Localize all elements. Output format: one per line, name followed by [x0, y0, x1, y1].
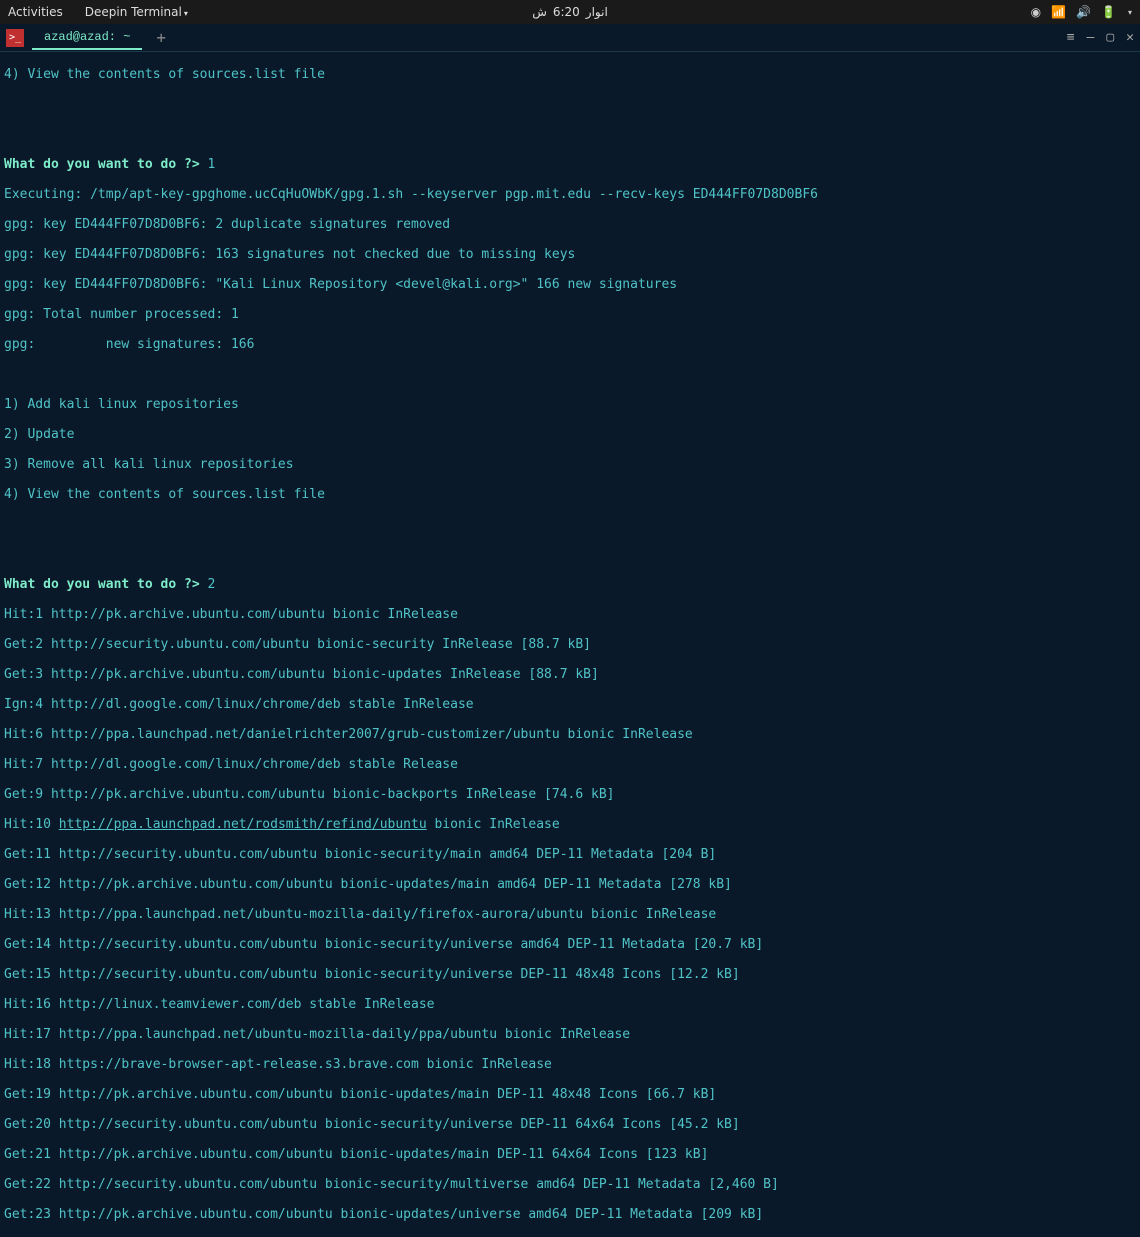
terminal-tabbar: >_ azad@azad: ~ + ≡ — ▢ ✕ — [0, 24, 1140, 52]
output-line: Get:19 http://pk.archive.ubuntu.com/ubun… — [4, 1087, 1136, 1102]
output-line: Hit:7 http://dl.google.com/linux/chrome/… — [4, 757, 1136, 772]
output-line: Hit:17 http://ppa.launchpad.net/ubuntu-m… — [4, 1027, 1136, 1042]
output-line: Hit:16 http://linux.teamviewer.com/deb s… — [4, 997, 1136, 1012]
output-line — [4, 367, 1136, 382]
output-line: gpg: new signatures: 166 — [4, 337, 1136, 352]
close-button[interactable]: ✕ — [1126, 30, 1134, 45]
settings-tray-icon[interactable]: ◉ — [1031, 5, 1041, 19]
output-line: Executing: /tmp/apt-key-gpghome.ucCqHuOW… — [4, 187, 1136, 202]
system-menu-arrow[interactable]: ▾ — [1128, 8, 1132, 17]
output-line: Ign:4 http://dl.google.com/linux/chrome/… — [4, 697, 1136, 712]
output-line: gpg: key ED444FF07D8D0BF6: "Kali Linux R… — [4, 277, 1136, 292]
network-icon[interactable]: 📶 — [1051, 5, 1066, 19]
output-line: Get:21 http://pk.archive.ubuntu.com/ubun… — [4, 1147, 1136, 1162]
output-line — [4, 547, 1136, 562]
output-line: gpg: key ED444FF07D8D0BF6: 2 duplicate s… — [4, 217, 1136, 232]
output-line: Hit:18 https://brave-browser-apt-release… — [4, 1057, 1136, 1072]
output-line: 4) View the contents of sources.list fil… — [4, 67, 1136, 82]
url-link[interactable]: http://ppa.launchpad.net/rodsmith/refind… — [59, 817, 427, 832]
output-line: 3) Remove all kali linux repositories — [4, 457, 1136, 472]
hamburger-menu-icon[interactable]: ≡ — [1067, 30, 1075, 45]
app-menu[interactable]: Deepin Terminal▾ — [85, 5, 188, 19]
output-line: Get:20 http://security.ubuntu.com/ubuntu… — [4, 1117, 1136, 1132]
terminal-output[interactable]: 4) View the contents of sources.list fil… — [0, 52, 1140, 1237]
output-line: Get:12 http://pk.archive.ubuntu.com/ubun… — [4, 877, 1136, 892]
output-line: Hit:13 http://ppa.launchpad.net/ubuntu-m… — [4, 907, 1136, 922]
prompt-line: What do you want to do ?> 2 — [4, 577, 1136, 592]
terminal-tab-active[interactable]: azad@azad: ~ — [32, 26, 142, 50]
output-line: Get:11 http://security.ubuntu.com/ubuntu… — [4, 847, 1136, 862]
output-line: Get:2 http://security.ubuntu.com/ubuntu … — [4, 637, 1136, 652]
output-line: Get:3 http://pk.archive.ubuntu.com/ubunt… — [4, 667, 1136, 682]
output-line — [4, 127, 1136, 142]
new-tab-button[interactable]: + — [150, 28, 172, 47]
output-line: gpg: key ED444FF07D8D0BF6: 163 signature… — [4, 247, 1136, 262]
prompt-line: What do you want to do ?> 1 — [4, 157, 1136, 172]
volume-icon[interactable]: 🔊 — [1076, 5, 1091, 19]
output-line: Get:23 http://pk.archive.ubuntu.com/ubun… — [4, 1207, 1136, 1222]
output-line: Get:22 http://security.ubuntu.com/ubuntu… — [4, 1177, 1136, 1192]
minimize-button[interactable]: — — [1087, 30, 1095, 45]
gnome-topbar: Activities Deepin Terminal▾ ش 6:20 انوار… — [0, 0, 1140, 24]
output-line — [4, 517, 1136, 532]
output-line: gpg: Total number processed: 1 — [4, 307, 1136, 322]
terminal-app-icon: >_ — [6, 29, 24, 47]
output-line: Hit:6 http://ppa.launchpad.net/danielric… — [4, 727, 1136, 742]
output-line: 2) Update — [4, 427, 1136, 442]
output-line: Hit:1 http://pk.archive.ubuntu.com/ubunt… — [4, 607, 1136, 622]
output-line: Get:9 http://pk.archive.ubuntu.com/ubunt… — [4, 787, 1136, 802]
output-line: Get:15 http://security.ubuntu.com/ubuntu… — [4, 967, 1136, 982]
output-line — [4, 97, 1136, 112]
maximize-button[interactable]: ▢ — [1106, 30, 1114, 45]
battery-icon[interactable]: 🔋 — [1101, 5, 1116, 19]
output-line: Hit:10 http://ppa.launchpad.net/rodsmith… — [4, 817, 1136, 832]
output-line: 4) View the contents of sources.list fil… — [4, 487, 1136, 502]
output-line: Get:14 http://security.ubuntu.com/ubuntu… — [4, 937, 1136, 952]
activities-button[interactable]: Activities — [8, 5, 63, 19]
clock[interactable]: ش 6:20 انوار — [532, 5, 608, 19]
output-line: 1) Add kali linux repositories — [4, 397, 1136, 412]
